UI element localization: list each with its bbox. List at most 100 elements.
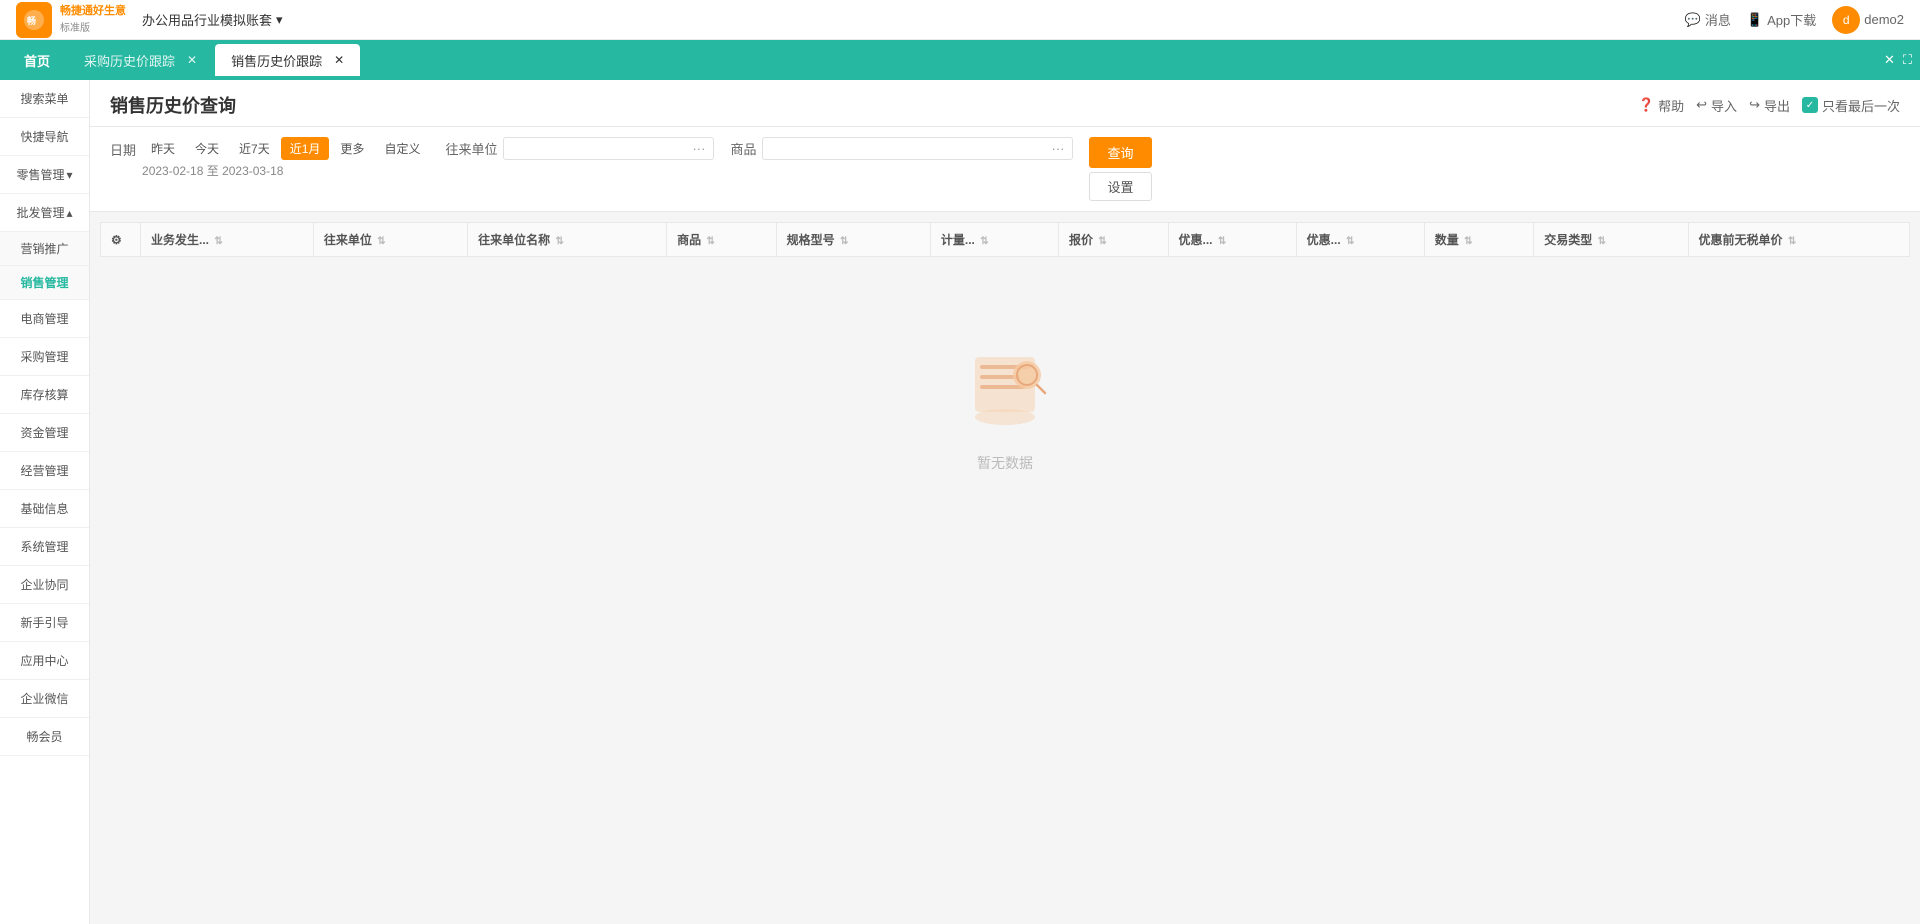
sidebar-item-wechat[interactable]: 企业微信: [0, 680, 89, 718]
sidebar-item-finance[interactable]: 资金管理: [0, 414, 89, 452]
top-bar-right: 💬 消息 📱 App下载 d demo2: [1685, 6, 1904, 34]
data-table: ⚙ 业务发生... ⇅ 往来单位 ⇅ 往来单位名称 ⇅ 商品 ⇅ 规格型号 ⇅ …: [100, 222, 1910, 257]
app-download-button[interactable]: 📱 App下载: [1747, 10, 1816, 29]
tab-sales-close-icon[interactable]: ✕: [334, 53, 344, 67]
date-btn-today[interactable]: 今天: [186, 137, 228, 160]
date-btn-custom[interactable]: 自定义: [375, 137, 429, 160]
export-icon: ↪: [1749, 97, 1760, 113]
account-label: 办公用品行业模拟账套: [142, 10, 272, 29]
column-deal-type[interactable]: 交易类型 ⇅: [1534, 223, 1688, 257]
counterparty-picker-icon[interactable]: ···: [692, 141, 705, 156]
column-unit[interactable]: 计量... ⇅: [930, 223, 1058, 257]
avatar: d: [1832, 6, 1860, 34]
only-last-toggle[interactable]: ✓ 只看最后一次: [1802, 96, 1900, 115]
sidebar-item-marketing[interactable]: 营销推广: [0, 232, 89, 266]
column-price[interactable]: 报价 ⇅: [1059, 223, 1169, 257]
svg-text:畅: 畅: [27, 15, 36, 26]
page-header: 销售历史价查询 ❓ 帮助 ↩ 导入 ↪ 导出 ✓ 只看最后一次: [90, 80, 1920, 127]
empty-text: 暂无数据: [977, 453, 1033, 473]
column-counterparty-name[interactable]: 往来单位名称 ⇅: [468, 223, 667, 257]
app-tagline: 标准版: [60, 19, 126, 34]
tab-purchase-close-icon[interactable]: ✕: [187, 53, 197, 67]
date-options: 昨天 今天 近7天 近1月 更多 自定义: [142, 137, 429, 160]
app-name: 畅捷通好生意: [60, 5, 126, 18]
sidebar-item-member[interactable]: 畅会员: [0, 718, 89, 756]
import-button[interactable]: ↩ 导入: [1696, 96, 1737, 115]
tab-bar-actions: ✕ ⛶: [1884, 52, 1912, 68]
filter-bar: 日期 昨天 今天 近7天 近1月 更多 自定义 2023-02-18 至 202…: [90, 127, 1920, 212]
date-range-display: 2023-02-18 至 2023-03-18: [142, 162, 429, 179]
counterparty-input-wrap: ···: [503, 137, 714, 160]
sidebar-item-inventory[interactable]: 库存核算: [0, 376, 89, 414]
download-icon: 📱: [1747, 12, 1763, 28]
sidebar-item-apps[interactable]: 应用中心: [0, 642, 89, 680]
column-settings[interactable]: ⚙: [101, 223, 141, 257]
only-last-checkbox[interactable]: ✓: [1802, 97, 1818, 113]
settings-button[interactable]: 设置: [1089, 172, 1151, 201]
main-layout: 搜索菜单 快捷导航 零售管理 ▾ 批发管理 ▴ 营销推广 销售管理 电商管理 采…: [0, 80, 1920, 924]
chevron-up-icon: ▴: [66, 206, 72, 220]
goods-picker-icon[interactable]: ···: [1051, 141, 1064, 156]
sidebar-item-basic-info[interactable]: 基础信息: [0, 490, 89, 528]
query-button[interactable]: 查询: [1089, 137, 1151, 168]
sidebar-item-enterprise[interactable]: 企业协同: [0, 566, 89, 604]
column-quantity[interactable]: 数量 ⇅: [1424, 223, 1534, 257]
empty-icon: [955, 337, 1055, 437]
sidebar-item-purchase[interactable]: 采购管理: [0, 338, 89, 376]
tab-sales-history[interactable]: 销售历史价跟踪 ✕: [215, 44, 360, 76]
column-discount1[interactable]: 优惠... ⇅: [1168, 223, 1296, 257]
column-spec[interactable]: 规格型号 ⇅: [776, 223, 930, 257]
table-head: ⚙ 业务发生... ⇅ 往来单位 ⇅ 往来单位名称 ⇅ 商品 ⇅ 规格型号 ⇅ …: [101, 223, 1910, 257]
column-biz-date[interactable]: 业务发生... ⇅: [141, 223, 314, 257]
sidebar-item-quicknav[interactable]: 快捷导航: [0, 118, 89, 156]
maximize-icon[interactable]: ⛶: [1903, 52, 1912, 68]
empty-state: 暂无数据: [100, 257, 1910, 553]
column-pretax-price[interactable]: 优惠前无税单价 ⇅: [1688, 223, 1909, 257]
chevron-down-icon: ▾: [276, 12, 283, 28]
action-buttons: 查询 设置: [1089, 137, 1151, 201]
sidebar-item-operations[interactable]: 经营管理: [0, 452, 89, 490]
date-filter-group: 日期 昨天 今天 近7天 近1月 更多 自定义 2023-02-18 至 202…: [110, 137, 429, 179]
table-header-row: ⚙ 业务发生... ⇅ 往来单位 ⇅ 往来单位名称 ⇅ 商品 ⇅ 规格型号 ⇅ …: [101, 223, 1910, 257]
goods-filter-group: 商品 ···: [730, 137, 1073, 160]
close-all-icon[interactable]: ✕: [1884, 52, 1895, 68]
sidebar-item-search[interactable]: 搜索菜单: [0, 80, 89, 118]
import-icon: ↩: [1696, 97, 1707, 113]
message-button[interactable]: 💬 消息: [1685, 10, 1731, 29]
sidebar-item-wholesale[interactable]: 批发管理 ▴: [0, 194, 89, 232]
app-logo: 畅: [16, 2, 52, 38]
column-counterparty-code[interactable]: 往来单位 ⇅: [313, 223, 467, 257]
top-bar-left: 畅 畅捷通好生意 标准版 办公用品行业模拟账套 ▾: [16, 2, 291, 38]
top-bar: 畅 畅捷通好生意 标准版 办公用品行业模拟账套 ▾ 💬 消息 📱 App下载 d…: [0, 0, 1920, 40]
tab-home[interactable]: 首页: [8, 44, 66, 76]
date-btn-more[interactable]: 更多: [331, 137, 373, 160]
column-goods[interactable]: 商品 ⇅: [667, 223, 777, 257]
goods-input[interactable]: [771, 141, 1051, 156]
user-profile[interactable]: d demo2: [1832, 6, 1904, 34]
column-discount2[interactable]: 优惠... ⇅: [1296, 223, 1424, 257]
help-icon: ❓: [1638, 97, 1654, 113]
export-button[interactable]: ↪ 导出: [1749, 96, 1790, 115]
content-area: 销售历史价查询 ❓ 帮助 ↩ 导入 ↪ 导出 ✓ 只看最后一次: [90, 80, 1920, 924]
date-btn-7days[interactable]: 近7天: [230, 137, 279, 160]
sidebar-item-guide[interactable]: 新手引导: [0, 604, 89, 642]
message-icon: 💬: [1685, 12, 1701, 28]
page-actions: ❓ 帮助 ↩ 导入 ↪ 导出 ✓ 只看最后一次: [1638, 96, 1900, 115]
tab-purchase-history[interactable]: 采购历史价跟踪 ✕: [68, 44, 213, 76]
date-btn-yesterday[interactable]: 昨天: [142, 137, 184, 160]
account-selector[interactable]: 办公用品行业模拟账套 ▾: [134, 10, 291, 29]
help-button[interactable]: ❓ 帮助: [1638, 96, 1684, 115]
sidebar-item-retail[interactable]: 零售管理 ▾: [0, 156, 89, 194]
counterparty-label: 往来单位: [445, 139, 497, 158]
table-area: ⚙ 业务发生... ⇅ 往来单位 ⇅ 往来单位名称 ⇅ 商品 ⇅ 规格型号 ⇅ …: [90, 212, 1920, 924]
goods-label: 商品: [730, 139, 756, 158]
sidebar-item-sales[interactable]: 销售管理: [0, 266, 89, 300]
date-btn-1month[interactable]: 近1月: [281, 137, 330, 160]
sidebar-item-system[interactable]: 系统管理: [0, 528, 89, 566]
sidebar-item-ecommerce[interactable]: 电商管理: [0, 300, 89, 338]
sidebar: 搜索菜单 快捷导航 零售管理 ▾ 批发管理 ▴ 营销推广 销售管理 电商管理 采…: [0, 80, 90, 924]
goods-input-wrap: ···: [762, 137, 1073, 160]
chevron-down-icon: ▾: [66, 168, 72, 182]
date-label: 日期: [110, 140, 136, 159]
counterparty-input[interactable]: [512, 141, 692, 156]
